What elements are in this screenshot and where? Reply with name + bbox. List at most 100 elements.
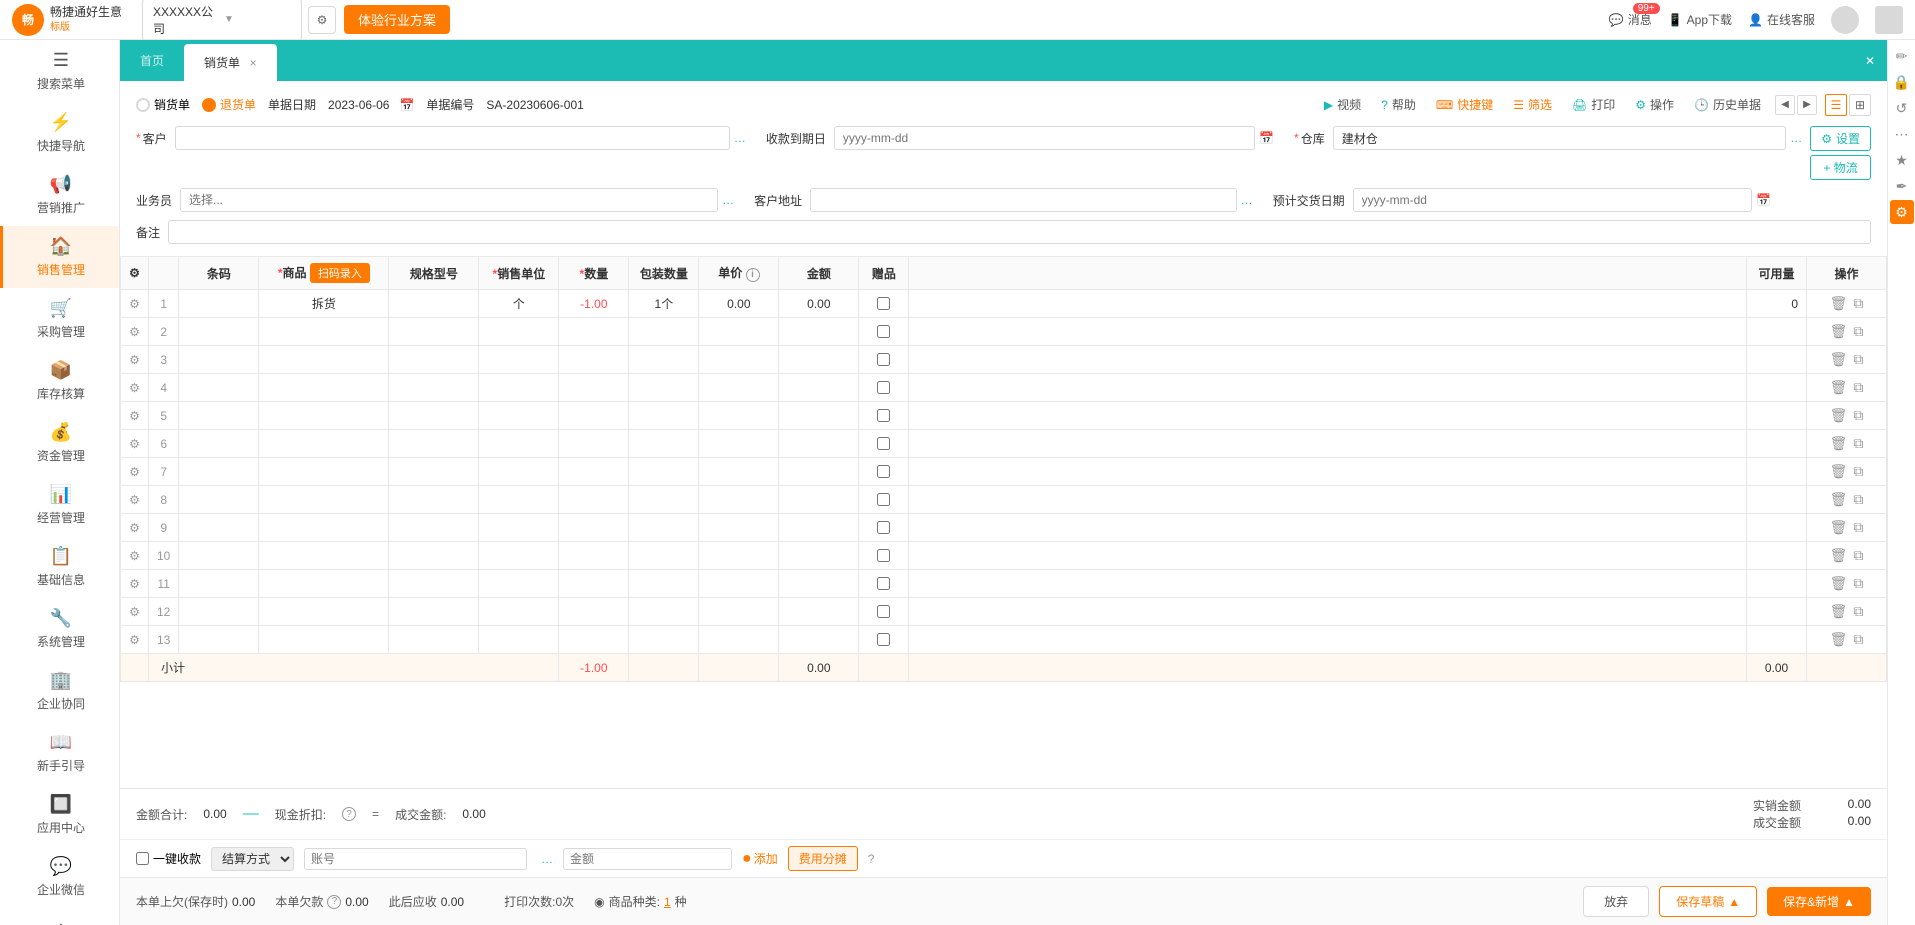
gift-checkbox-3[interactable] (877, 353, 890, 366)
cell-qty-5[interactable] (559, 402, 629, 430)
delete-icon-2[interactable]: 🗑 (1830, 323, 1848, 340)
cell-pack-qty-11[interactable] (629, 570, 699, 598)
cell-unit-13[interactable] (479, 626, 559, 654)
gift-checkbox-5[interactable] (877, 409, 890, 422)
cell-price-5[interactable] (699, 402, 779, 430)
row-settings-icon[interactable]: ⚙ (129, 521, 140, 535)
cell-amount-13[interactable] (779, 626, 859, 654)
cell-desc-7[interactable] (909, 458, 1747, 486)
settings-button[interactable]: ⚙ (308, 6, 336, 34)
user-menu[interactable] (1875, 6, 1903, 34)
tab-sales-order[interactable]: 销货单 × (184, 44, 277, 81)
tab-close-icon[interactable]: × (250, 56, 257, 70)
sidebar-item-inventory[interactable]: 📦 库存核算 (0, 350, 119, 412)
row-settings-icon[interactable]: ⚙ (129, 605, 140, 619)
cell-unit-11[interactable] (479, 570, 559, 598)
copy-icon-11[interactable]: ⧉ (1853, 575, 1863, 592)
view-grid[interactable]: ⊞ (1849, 94, 1871, 116)
sidebar-item-sales[interactable]: 🏠 销售管理 (0, 226, 119, 288)
cell-pack-qty-3[interactable] (629, 346, 699, 374)
cell-qty-13[interactable] (559, 626, 629, 654)
cell-product-6[interactable] (259, 430, 389, 458)
delete-icon-8[interactable]: 🗑 (1830, 491, 1848, 508)
copy-icon-3[interactable]: ⧉ (1853, 351, 1863, 368)
cell-price-8[interactable] (699, 486, 779, 514)
delete-icon-7[interactable]: 🗑 (1830, 463, 1848, 480)
cell-desc-5[interactable] (909, 402, 1747, 430)
one-click-checkbox[interactable]: 一键收款 (136, 850, 201, 867)
gift-checkbox-6[interactable] (877, 437, 890, 450)
product-type-radio[interactable]: ◉ (594, 895, 604, 909)
cell-pack-qty-2[interactable] (629, 318, 699, 346)
cell-unit-7[interactable] (479, 458, 559, 486)
print-btn[interactable]: 🖨 打印 (1566, 93, 1621, 116)
cell-pack-qty-9[interactable] (629, 514, 699, 542)
sidebar-item-beginner[interactable]: 📖 新手引导 (0, 722, 119, 784)
right-panel-more-icon[interactable]: ⋯ (1890, 122, 1914, 146)
delete-icon-13[interactable]: 🗑 (1830, 631, 1848, 648)
radio-sales-order[interactable]: 销货单 (136, 96, 190, 113)
cell-spec-5[interactable] (389, 402, 479, 430)
cell-amount-6[interactable] (779, 430, 859, 458)
gift-checkbox-11[interactable] (877, 577, 890, 590)
app-download-button[interactable]: 📱 App下载 (1668, 11, 1732, 28)
cell-desc-3[interactable] (909, 346, 1747, 374)
cell-amount-3[interactable] (779, 346, 859, 374)
cell-product-7[interactable] (259, 458, 389, 486)
cell-barcode-2[interactable] (179, 318, 259, 346)
company-selector[interactable]: XXXXXX公司 ▼ (142, 0, 302, 42)
gift-checkbox-13[interactable] (877, 633, 890, 646)
cell-spec-2[interactable] (389, 318, 479, 346)
cell-price-6[interactable] (699, 430, 779, 458)
cell-product-3[interactable] (259, 346, 389, 374)
cell-product-2[interactable] (259, 318, 389, 346)
cell-spec-9[interactable] (389, 514, 479, 542)
history-btn[interactable]: 🕒 历史单据 (1688, 93, 1767, 116)
cell-unit-8[interactable] (479, 486, 559, 514)
delete-icon-3[interactable]: 🗑 (1830, 351, 1848, 368)
price-info-icon[interactable]: i (746, 268, 760, 282)
discard-button[interactable]: 放弃 (1583, 886, 1649, 917)
cell-pack-qty-6[interactable] (629, 430, 699, 458)
sidebar-item-purchase[interactable]: 🛒 采购管理 (0, 288, 119, 350)
right-panel-refresh-icon[interactable]: ↺ (1890, 96, 1914, 120)
sidebar-item-enterprise[interactable]: 🏢 企业协同 (0, 660, 119, 722)
cell-qty-10[interactable] (559, 542, 629, 570)
message-button[interactable]: 💬 消息 99+ (1609, 11, 1652, 28)
cell-price-9[interactable] (699, 514, 779, 542)
cell-spec-10[interactable] (389, 542, 479, 570)
cell-price-13[interactable] (699, 626, 779, 654)
fee-help-icon[interactable]: ? (868, 852, 875, 866)
cell-desc-13[interactable] (909, 626, 1747, 654)
cell-pack-qty-4[interactable] (629, 374, 699, 402)
save-new-button[interactable]: 保存&新增 ▲ (1767, 887, 1871, 916)
radio-return-order[interactable]: 退货单 (202, 96, 256, 113)
sidebar-item-business[interactable]: 📊 经营管理 (0, 474, 119, 536)
column-settings-icon[interactable]: ⚙ (129, 266, 140, 280)
delete-icon-6[interactable]: 🗑 (1830, 435, 1848, 452)
cell-gift-11[interactable] (859, 570, 909, 598)
cell-amount-7[interactable] (779, 458, 859, 486)
right-panel-edit-icon[interactable]: ✏ (1890, 44, 1914, 68)
help-btn[interactable]: ? 帮助 (1375, 93, 1422, 116)
sidebar-item-system[interactable]: 🔧 系统管理 (0, 598, 119, 660)
logistics-button[interactable]: + 物流 (1810, 155, 1871, 180)
salesperson-input[interactable] (180, 188, 718, 212)
copy-icon-7[interactable]: ⧉ (1853, 463, 1863, 480)
sidebar-item-search[interactable]: ☰ 搜索菜单 (0, 40, 119, 102)
cell-price-7[interactable] (699, 458, 779, 486)
cell-barcode-6[interactable] (179, 430, 259, 458)
delete-icon-4[interactable]: 🗑 (1830, 379, 1848, 396)
customer-addr-input[interactable] (810, 188, 1236, 212)
cell-barcode-4[interactable] (179, 374, 259, 402)
cell-gift-10[interactable] (859, 542, 909, 570)
cell-gift-1[interactable] (859, 290, 909, 318)
cell-desc-6[interactable] (909, 430, 1747, 458)
view-list[interactable]: ☰ (1825, 94, 1847, 116)
cell-pack-qty-13[interactable] (629, 626, 699, 654)
set-button[interactable]: ⚙ 设置 (1810, 126, 1871, 151)
cell-gift-6[interactable] (859, 430, 909, 458)
row-settings-icon[interactable]: ⚙ (129, 633, 140, 647)
cell-product-10[interactable] (259, 542, 389, 570)
cell-barcode-12[interactable] (179, 598, 259, 626)
